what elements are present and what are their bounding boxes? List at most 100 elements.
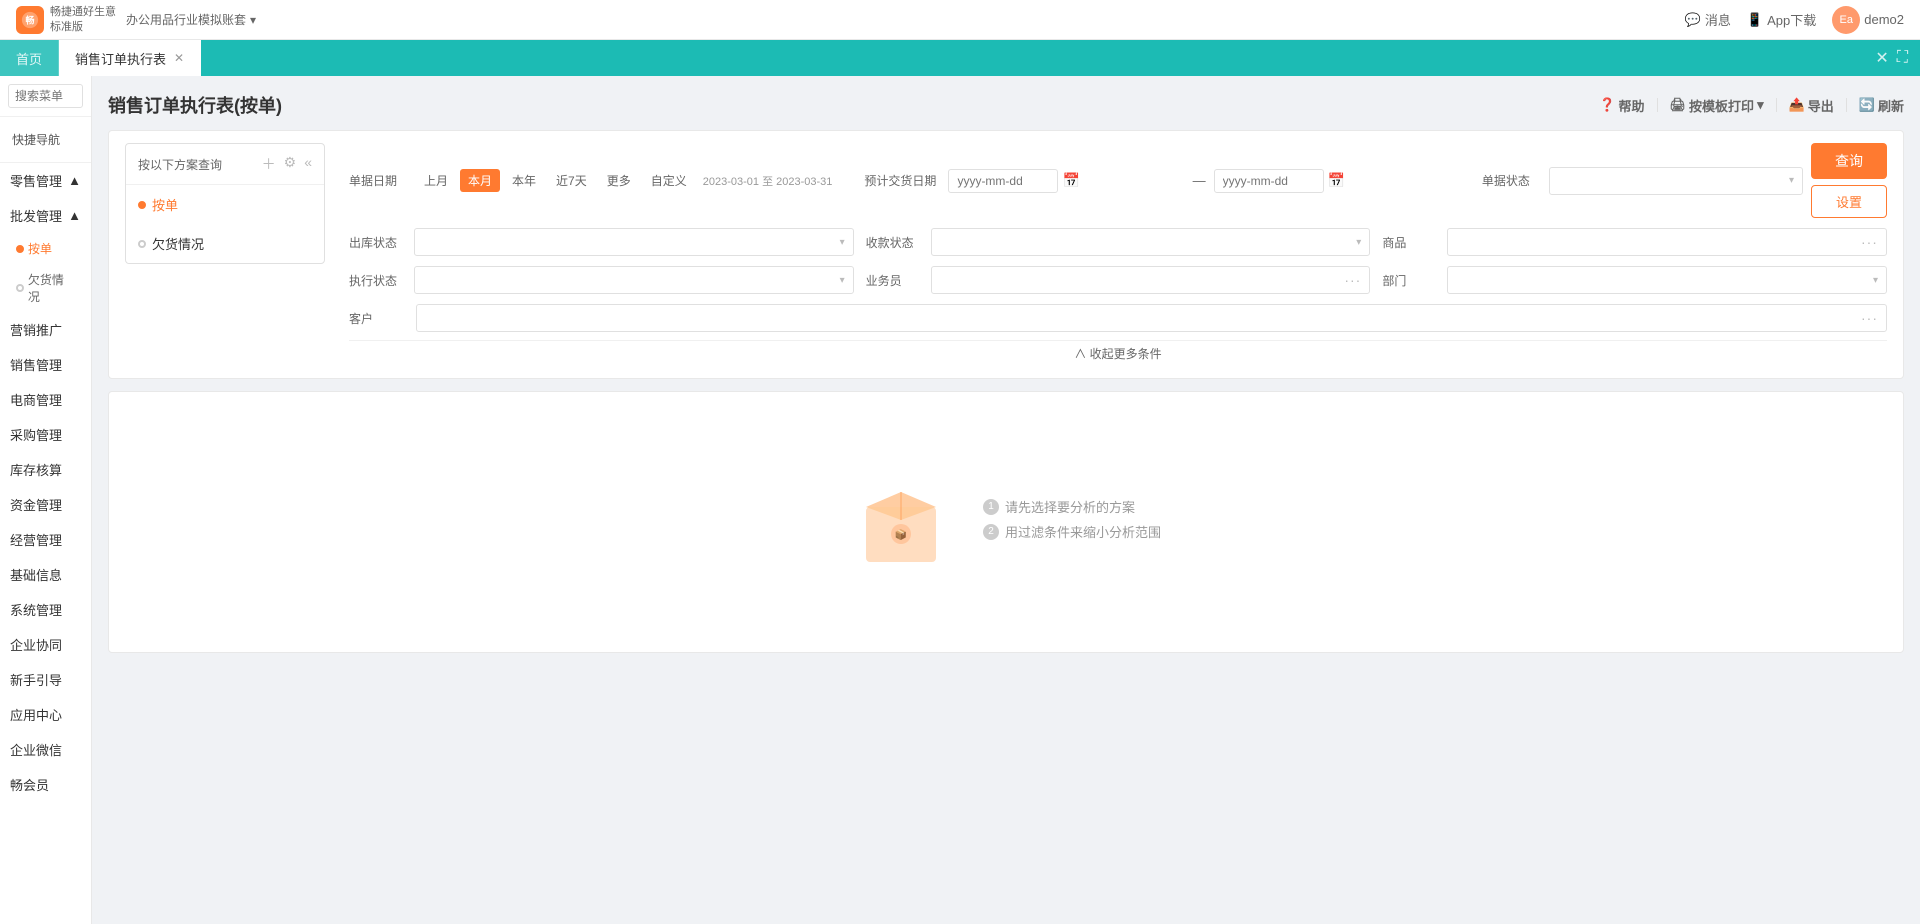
divider1 [1657,98,1658,112]
sidebar-item-quick-nav[interactable]: 快捷导航 [0,123,91,156]
retail-arrow-icon: ▲ [68,173,81,188]
scheme-item-order[interactable]: 按单 [126,185,324,224]
sidebar-item-newbie[interactable]: 新手引导 [0,662,91,697]
goods-dots-icon: ··· [1861,234,1878,250]
logo-icon: 畅 [16,6,44,34]
scheme-settings-icon[interactable]: ⚙ [284,154,297,174]
date-btn-last7[interactable]: 近7天 [548,169,595,192]
date-btn-this-year[interactable]: 本年 [504,169,544,192]
delivery-status-select[interactable]: ▾ [414,228,854,256]
sidebar-item-basic[interactable]: 基础信息 [0,557,91,592]
scheme-collapse-icon[interactable]: « [304,154,312,174]
tab-fullscreen-icon[interactable]: ⛶ [1897,49,1908,67]
export-icon: 📤 [1789,97,1805,113]
sidebar-item-system[interactable]: 系统管理 [0,592,91,627]
salesman-dots-icon: ··· [1344,272,1361,288]
search-input[interactable] [8,84,83,108]
sidebar-item-finance[interactable]: 资金管理 [0,487,91,522]
top-bar-right: 💬 消息 📱 App下载 Ea demo2 [1685,6,1904,34]
export-button[interactable]: 📤 导出 [1789,96,1834,115]
filter-row-3: 执行状态 ▾ 业务员 ··· [349,266,1887,294]
avatar: Ea [1832,6,1860,34]
page-title-row: 销售订单执行表(按单) ❓ 帮助 🖨 按模板打印 ▾ 📤 导出 [108,92,1904,118]
exec-status-select[interactable]: ▾ [414,266,854,294]
tab-close-icon[interactable]: ✕ [174,51,184,65]
collapse-icon: ∧ [1074,347,1089,361]
svg-text:📦: 📦 [895,528,907,541]
sidebar-item-sales[interactable]: 销售管理 [0,347,91,382]
date-range-text: 2023-03-01 至 2023-03-31 [703,173,833,189]
breadcrumb-arrow-icon[interactable]: ▾ [250,13,256,27]
payment-status-label: 收款状态 [866,234,921,251]
calendar-start-icon[interactable]: 📅 [1062,172,1079,189]
date-btn-last-month[interactable]: 上月 [416,169,456,192]
goods-select[interactable]: ··· [1447,228,1887,256]
delivery-date-end: 📅 [1214,169,1450,193]
scheme-add-icon[interactable]: ＋ [262,154,276,174]
sidebar-item-wholesale[interactable]: 批发管理 ▲ [0,198,91,233]
print-arrow-icon: ▾ [1757,97,1764,113]
delivery-date-start-input[interactable] [948,169,1058,193]
app-download-button[interactable]: 📱 App下载 [1747,10,1816,29]
help-icon: ❓ [1599,97,1615,113]
app-icon: 📱 [1747,12,1763,28]
order-status-select[interactable]: ▾ [1549,167,1803,195]
delivery-status-cell: 出库状态 ▾ [349,228,854,256]
payment-status-select[interactable]: ▾ [931,228,1371,256]
sidebar-item-member[interactable]: 畅会员 [0,767,91,802]
sidebar-item-corp-wechat[interactable]: 企业微信 [0,732,91,767]
tab-home[interactable]: 首页 [0,40,59,76]
sidebar-search-container [0,76,91,117]
tab-bar: 首页 销售订单执行表 ✕ ✕ ⛶ [0,40,1920,76]
tab-sales-order[interactable]: 销售订单执行表 ✕ [59,40,201,76]
sidebar-item-inventory[interactable]: 库存核算 [0,452,91,487]
sidebar-item-marketing[interactable]: 营销推广 [0,312,91,347]
empty-hint-1: 1 请先选择要分析的方案 [983,497,1161,516]
wholesale-subitems: 按单 欠货情况 [0,233,91,312]
filter-panel-inner: 按以下方案查询 ＋ ⚙ « 按单 欠货情况 [125,143,1887,366]
customer-select[interactable]: ··· [416,304,1887,332]
top-bar-left: 畅 畅捷通好生意 标准版 办公用品行业模拟账套 ▾ [16,5,256,34]
salesman-select[interactable]: ··· [931,266,1371,294]
user-menu-button[interactable]: Ea demo2 [1832,6,1904,34]
delivery-date-end-input[interactable] [1214,169,1324,193]
main-layout: 快捷导航 零售管理 ▲ 批发管理 ▲ 按单 欠货情况 [0,76,1920,924]
empty-illustration: 📦 [851,472,951,572]
collapse-button[interactable]: ∧ 收起更多条件 [349,340,1887,366]
template-print-button[interactable]: 🖨 按模板打印 ▾ [1670,96,1764,115]
department-arrow-icon: ▾ [1873,275,1878,286]
search-button[interactable]: 查询 [1811,143,1887,179]
date-btn-more[interactable]: 更多 [599,169,639,192]
print-icon: 🖨 [1670,97,1687,113]
message-button[interactable]: 💬 消息 [1685,10,1731,29]
logo: 畅 畅捷通好生意 标准版 [16,5,116,34]
calendar-end-icon[interactable]: 📅 [1328,172,1345,189]
delivery-date-label: 预计交货日期 [864,172,936,189]
scheme-item-credit[interactable]: 欠货情况 [126,224,324,263]
date-label: 单据日期 [349,172,404,189]
tab-close-all-icon[interactable]: ✕ [1875,48,1888,68]
refresh-button[interactable]: 🔄 刷新 [1859,96,1904,115]
sidebar-item-operation[interactable]: 经营管理 [0,522,91,557]
department-select[interactable]: ▾ [1447,266,1887,294]
date-btn-this-month[interactable]: 本月 [460,169,500,192]
scheme-order-dot-icon [138,201,146,209]
sidebar-item-order[interactable]: 按单 [0,233,91,264]
department-label: 部门 [1382,272,1437,289]
sidebar-nav: 快捷导航 [0,117,91,163]
payment-status-arrow-icon: ▾ [1356,237,1361,248]
sidebar-item-ecommerce[interactable]: 电商管理 [0,382,91,417]
sidebar-item-cooperation[interactable]: 企业协同 [0,627,91,662]
hint-2-num: 2 [983,524,999,540]
help-button[interactable]: ❓ 帮助 [1599,96,1644,115]
sidebar-item-app-center[interactable]: 应用中心 [0,697,91,732]
sidebar-item-credit[interactable]: 欠货情况 [0,264,91,312]
date-btn-custom[interactable]: 自定义 [643,169,695,192]
tab-bar-actions: ✕ ⛶ [1875,48,1920,68]
sidebar-item-purchase[interactable]: 采购管理 [0,417,91,452]
salesman-cell: 业务员 ··· [866,266,1371,294]
settings-button[interactable]: 设置 [1811,185,1887,218]
sidebar-item-retail[interactable]: 零售管理 ▲ [0,163,91,198]
delivery-status-label: 出库状态 [349,234,404,251]
date-filter-group: 上月 本月 本年 近7天 更多 自定义 [416,169,695,192]
